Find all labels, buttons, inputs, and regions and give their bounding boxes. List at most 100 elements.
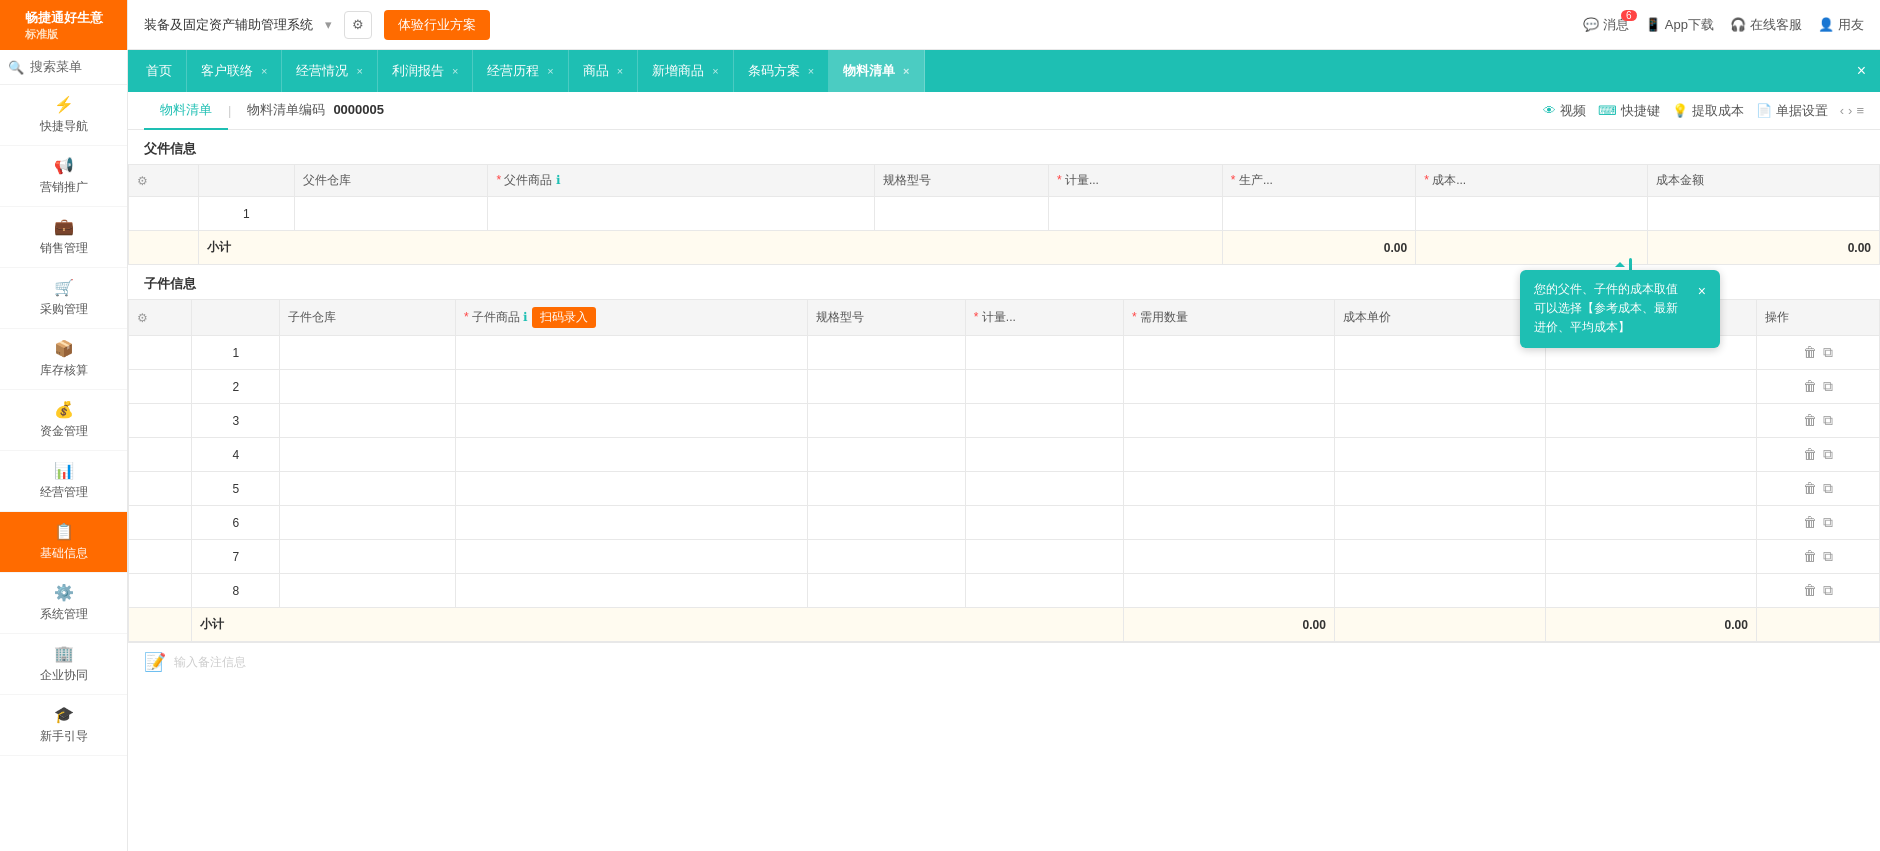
child-qty-cell[interactable]	[1124, 370, 1335, 404]
child-warehouse-cell[interactable]	[280, 540, 456, 574]
child-amount-cell[interactable]	[1545, 370, 1756, 404]
child-unit-price-cell[interactable]	[1334, 336, 1545, 370]
shortcut-action[interactable]: ⌨ 快捷键	[1598, 102, 1660, 120]
sidebar-item-inventory[interactable]: 📦 库存核算	[0, 329, 127, 390]
child-unit-price-cell[interactable]	[1334, 370, 1545, 404]
tab-profit-close[interactable]: ×	[452, 65, 458, 77]
parent-spec-cell[interactable]	[874, 197, 1048, 231]
copy-icon[interactable]: ⧉	[1823, 548, 1833, 565]
experience-button[interactable]: 体验行业方案	[384, 10, 490, 40]
child-warehouse-cell[interactable]	[280, 336, 456, 370]
child-unit-cell[interactable]	[965, 404, 1123, 438]
child-qty-cell[interactable]	[1124, 472, 1335, 506]
child-unit-cell[interactable]	[965, 472, 1123, 506]
sidebar-item-system[interactable]: ⚙️ 系统管理	[0, 573, 127, 634]
child-qty-cell[interactable]	[1124, 404, 1335, 438]
child-qty-cell[interactable]	[1124, 336, 1335, 370]
delete-icon[interactable]: 🗑	[1803, 412, 1817, 429]
sidebar-item-finance[interactable]: 💰 资金管理	[0, 390, 127, 451]
child-unit-cell[interactable]	[965, 370, 1123, 404]
app-download-button[interactable]: 📱 App下载	[1645, 16, 1714, 34]
tab-customer[interactable]: 客户联络 ×	[187, 50, 282, 92]
child-spec-cell[interactable]	[807, 574, 965, 608]
parent-settings-icon[interactable]: ⚙	[137, 174, 148, 188]
child-unit-price-cell[interactable]	[1334, 574, 1545, 608]
child-spec-cell[interactable]	[807, 370, 965, 404]
sub-tab-bom-code[interactable]: 物料清单编码 0000005	[231, 92, 400, 130]
delete-icon[interactable]: 🗑	[1803, 378, 1817, 395]
close-all-tabs[interactable]: ×	[1847, 62, 1876, 80]
note-placeholder[interactable]: 输入备注信息	[174, 654, 246, 671]
child-product-cell[interactable]	[455, 506, 807, 540]
child-warehouse-cell[interactable]	[280, 370, 456, 404]
copy-icon[interactable]: ⧉	[1823, 378, 1833, 395]
grid-view-icon[interactable]: ≡	[1856, 103, 1864, 118]
child-product-cell[interactable]	[455, 574, 807, 608]
tab-ops-close[interactable]: ×	[356, 65, 362, 77]
delete-icon[interactable]: 🗑	[1803, 582, 1817, 599]
tab-home[interactable]: 首页	[132, 50, 187, 92]
child-warehouse-cell[interactable]	[280, 472, 456, 506]
child-unit-price-cell[interactable]	[1334, 506, 1545, 540]
child-unit-cell[interactable]	[965, 438, 1123, 472]
child-amount-cell[interactable]	[1545, 574, 1756, 608]
child-unit-cell[interactable]	[965, 574, 1123, 608]
sidebar-item-basic-info[interactable]: 📋 基础信息	[0, 512, 127, 573]
copy-icon[interactable]: ⧉	[1823, 344, 1833, 361]
child-spec-cell[interactable]	[807, 540, 965, 574]
child-warehouse-cell[interactable]	[280, 506, 456, 540]
message-button[interactable]: 💬 6 消息	[1583, 16, 1629, 34]
tab-barcode[interactable]: 条码方案 ×	[734, 50, 829, 92]
child-amount-cell[interactable]	[1545, 438, 1756, 472]
child-spec-cell[interactable]	[807, 404, 965, 438]
child-settings-icon[interactable]: ⚙	[137, 311, 148, 325]
child-warehouse-cell[interactable]	[280, 574, 456, 608]
single-settings-action[interactable]: 📄 单据设置	[1756, 102, 1828, 120]
parent-amount-cell[interactable]	[1648, 197, 1880, 231]
copy-icon[interactable]: ⧉	[1823, 480, 1833, 497]
child-unit-price-cell[interactable]	[1334, 404, 1545, 438]
sidebar-item-marketing[interactable]: 📢 营销推广	[0, 146, 127, 207]
user-button[interactable]: 👤 用友	[1818, 16, 1864, 34]
parent-product-info-icon[interactable]: ℹ	[556, 173, 561, 187]
nav-next[interactable]: ›	[1848, 103, 1852, 118]
sidebar-item-enterprise[interactable]: 🏢 企业协同	[0, 634, 127, 695]
parent-product-cell[interactable]	[488, 197, 875, 231]
child-amount-cell[interactable]	[1545, 540, 1756, 574]
sidebar-item-operations[interactable]: 📊 经营管理	[0, 451, 127, 512]
sidebar-search[interactable]: 🔍 搜索菜单	[0, 50, 127, 85]
copy-icon[interactable]: ⧉	[1823, 514, 1833, 531]
child-qty-cell[interactable]	[1124, 540, 1335, 574]
extract-cost-action[interactable]: 💡 提取成本	[1672, 102, 1744, 120]
sub-tab-bom-list[interactable]: 物料清单	[144, 92, 228, 130]
tab-bom-close[interactable]: ×	[903, 65, 909, 77]
tab-customer-close[interactable]: ×	[261, 65, 267, 77]
tab-new-product-close[interactable]: ×	[712, 65, 718, 77]
child-spec-cell[interactable]	[807, 506, 965, 540]
child-qty-cell[interactable]	[1124, 438, 1335, 472]
child-product-cell[interactable]	[455, 438, 807, 472]
child-spec-cell[interactable]	[807, 336, 965, 370]
view-action[interactable]: 👁 视频	[1543, 102, 1586, 120]
scan-input-button[interactable]: 扫码录入	[532, 307, 596, 328]
child-warehouse-cell[interactable]	[280, 438, 456, 472]
tab-operations-status[interactable]: 经营情况 ×	[282, 50, 377, 92]
delete-icon[interactable]: 🗑	[1803, 548, 1817, 565]
tab-products[interactable]: 商品 ×	[569, 50, 638, 92]
child-product-cell[interactable]	[455, 404, 807, 438]
child-unit-price-cell[interactable]	[1334, 540, 1545, 574]
child-warehouse-cell[interactable]	[280, 404, 456, 438]
child-product-cell[interactable]	[455, 336, 807, 370]
tab-products-close[interactable]: ×	[617, 65, 623, 77]
copy-icon[interactable]: ⧉	[1823, 412, 1833, 429]
child-product-info-icon[interactable]: ℹ	[523, 310, 528, 324]
child-amount-cell[interactable]	[1545, 506, 1756, 540]
tab-history-close[interactable]: ×	[547, 65, 553, 77]
child-product-cell[interactable]	[455, 540, 807, 574]
sidebar-item-quick-nav[interactable]: ⚡ 快捷导航	[0, 85, 127, 146]
tab-bom[interactable]: 物料清单 ×	[829, 50, 924, 92]
parent-cost-cell[interactable]	[1416, 197, 1648, 231]
delete-icon[interactable]: 🗑	[1803, 344, 1817, 361]
child-product-cell[interactable]	[455, 370, 807, 404]
system-title-dropdown[interactable]: ▾	[325, 17, 332, 32]
